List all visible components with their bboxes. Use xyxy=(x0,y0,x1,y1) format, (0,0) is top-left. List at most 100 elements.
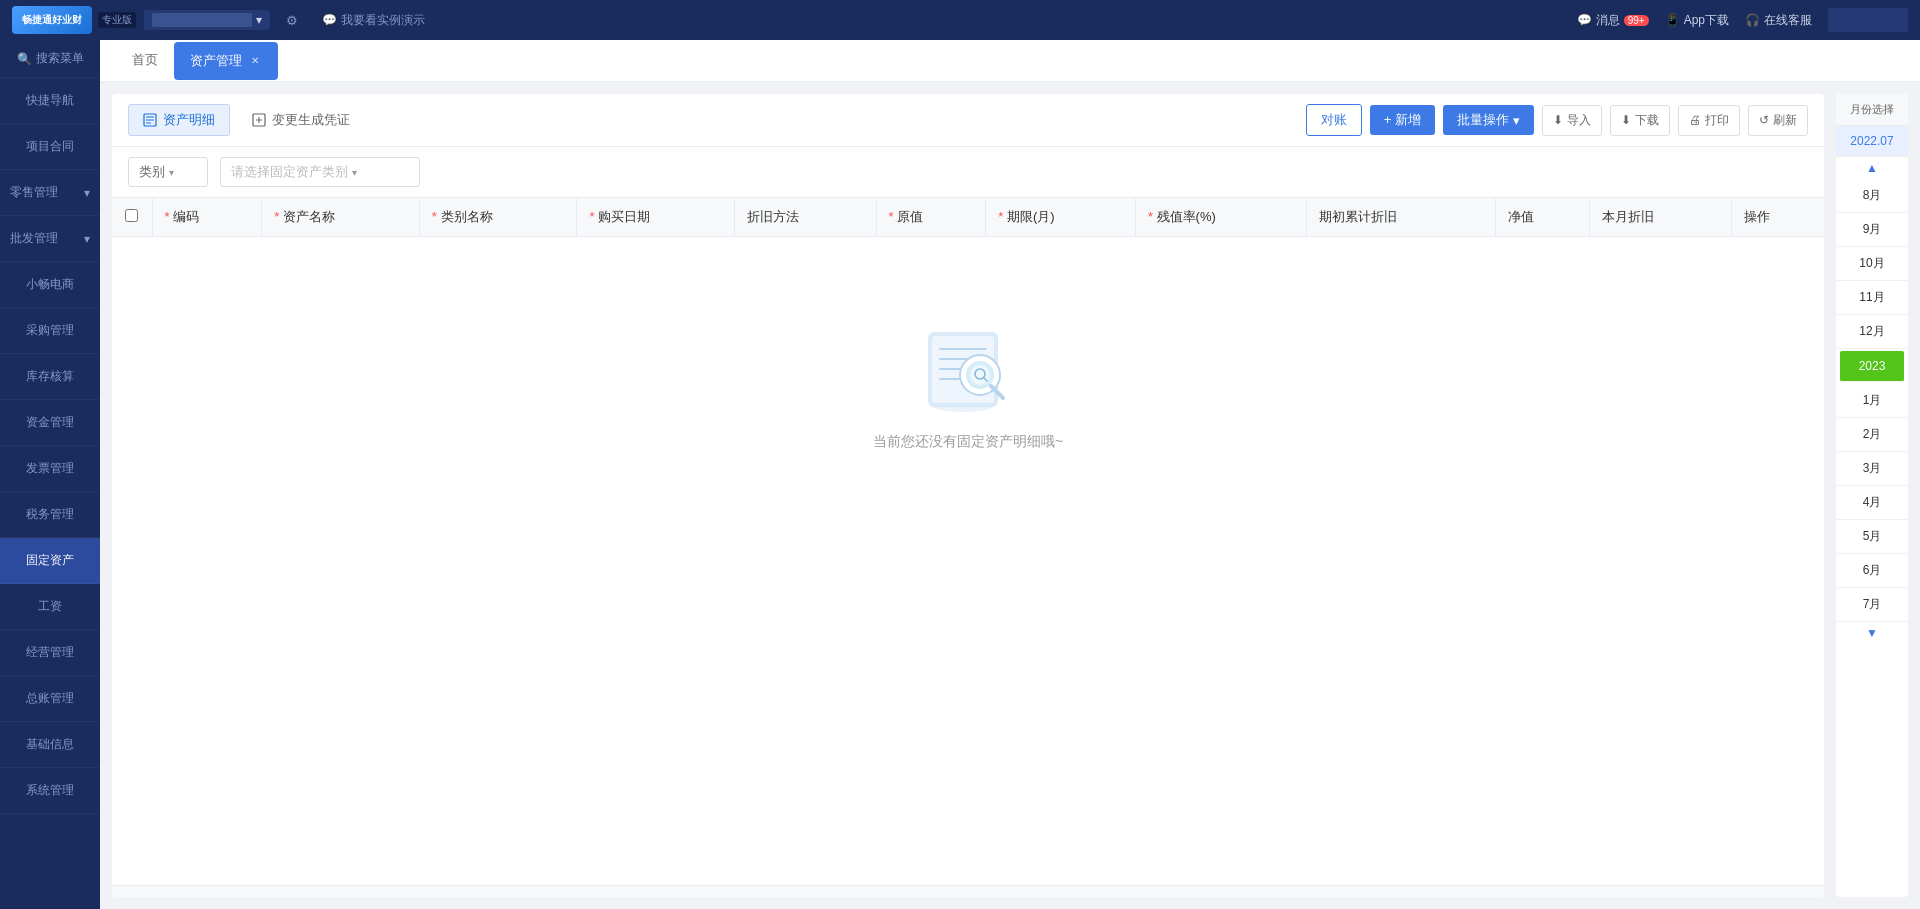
table-head: * 编码 * 资产名称 * 类别名称 xyxy=(112,198,1824,237)
bottom-scrollbar[interactable] xyxy=(112,885,1824,897)
month-nav-down[interactable]: ▼ xyxy=(1836,622,1908,644)
fixed-assets-label: 固定资产 xyxy=(26,552,74,569)
search-icon: 🔍 xyxy=(17,52,32,66)
retail-label: 零售管理 xyxy=(10,184,58,201)
service-label: 在线客服 xyxy=(1764,12,1812,29)
user-avatar[interactable] xyxy=(1828,8,1908,32)
month-item-10[interactable]: 10月 xyxy=(1836,247,1908,281)
month-item-1[interactable]: 1月 xyxy=(1836,384,1908,418)
import-icon: ⬇ xyxy=(1553,113,1563,127)
brand-logo: 畅捷通好业财 xyxy=(12,6,92,34)
tab-asset-label: 资产管理 xyxy=(190,52,242,70)
app-download[interactable]: 📱 App下载 xyxy=(1665,12,1729,29)
month-item-2[interactable]: 2月 xyxy=(1836,418,1908,452)
tab-home[interactable]: 首页 xyxy=(116,41,174,81)
refresh-button[interactable]: ↺ 刷新 xyxy=(1748,105,1808,136)
system-label: 系统管理 xyxy=(26,782,74,799)
print-button[interactable]: 🖨 打印 xyxy=(1678,105,1740,136)
asset-detail-icon xyxy=(143,113,157,127)
tab-home-label: 首页 xyxy=(132,51,158,69)
sidebar-item-invoice[interactable]: 发票管理 xyxy=(0,446,100,492)
month-panel-title: 月份选择 xyxy=(1836,94,1908,126)
refresh-label: 刷新 xyxy=(1773,112,1797,129)
topbar: 畅捷通好业财 专业版 ▾ ⚙ 💬 我要看实例演示 💬 消息 99+ 📱 App下… xyxy=(0,0,1920,40)
topbar-right: 💬 消息 99+ 📱 App下载 🎧 在线客服 xyxy=(1577,8,1908,32)
current-year-month[interactable]: 2022.07 xyxy=(1836,126,1908,157)
sidebar-item-wholesale[interactable]: 批发管理 ▾ xyxy=(0,216,100,262)
category-input[interactable]: 请选择固定资产类别 ▾ xyxy=(220,157,420,187)
reconcile-button[interactable]: 对账 xyxy=(1306,104,1362,136)
category-input-arrow: ▾ xyxy=(352,167,357,178)
change-voucher-icon xyxy=(252,113,266,127)
batch-label: 批量操作 xyxy=(1457,111,1509,129)
download-label: 下载 xyxy=(1635,112,1659,129)
download-button[interactable]: ⬇ 下载 xyxy=(1610,105,1670,136)
app-icon: 📱 xyxy=(1665,13,1680,27)
sidebar-item-operations[interactable]: 经营管理 xyxy=(0,630,100,676)
print-label: 打印 xyxy=(1705,112,1729,129)
sidebar-item-basic-info[interactable]: 基础信息 xyxy=(0,722,100,768)
table-body: 当前您还没有固定资产明细哦~ xyxy=(112,237,1824,532)
th-current-depreciation: 本月折旧 xyxy=(1589,198,1731,237)
asset-table: * 编码 * 资产名称 * 类别名称 xyxy=(112,198,1824,531)
sidebar-item-inventory[interactable]: 库存核算 xyxy=(0,354,100,400)
th-net-value: 净值 xyxy=(1496,198,1590,237)
settings-button[interactable]: ⚙ xyxy=(278,6,306,34)
asset-detail-label: 资产明细 xyxy=(163,111,215,129)
category-placeholder: 请选择固定资产类别 xyxy=(231,163,348,181)
sidebar-item-search[interactable]: 🔍 搜索菜单 xyxy=(0,40,100,78)
month-item-8[interactable]: 8月 xyxy=(1836,179,1908,213)
main-layout: 🔍 搜索菜单 快捷导航 项目合同 零售管理 ▾ 批发管理 ▾ 小畅电商 采购管理… xyxy=(0,40,1920,909)
sidebar-item-purchase[interactable]: 采购管理 xyxy=(0,308,100,354)
message-label: 消息 xyxy=(1596,12,1620,29)
online-service[interactable]: 🎧 在线客服 xyxy=(1745,12,1812,29)
sidebar-item-retail[interactable]: 零售管理 ▾ xyxy=(0,170,100,216)
batch-button[interactable]: 批量操作 ▾ xyxy=(1443,105,1534,135)
month-item-year-badge[interactable]: 2023 xyxy=(1840,351,1904,382)
brand-subtitle: 专业版 xyxy=(98,12,136,28)
select-all-checkbox[interactable] xyxy=(125,209,138,222)
month-item-12[interactable]: 12月 xyxy=(1836,315,1908,349)
sub-tab-asset-detail[interactable]: 资产明细 xyxy=(128,104,230,136)
company-selector[interactable]: ▾ xyxy=(144,10,270,30)
th-residual-rate: * 残值率(%) xyxy=(1135,198,1306,237)
sub-tab-change-voucher[interactable]: 变更生成凭证 xyxy=(238,104,364,136)
month-item-4[interactable]: 4月 xyxy=(1836,486,1908,520)
category-type-selector[interactable]: 类别 ▾ xyxy=(128,157,208,187)
wholesale-label: 批发管理 xyxy=(10,230,58,247)
empty-text: 当前您还没有固定资产明细哦~ xyxy=(873,433,1063,451)
th-purchase-date: * 购买日期 xyxy=(577,198,735,237)
demo-link[interactable]: 💬 我要看实例演示 xyxy=(314,9,433,32)
month-item-3[interactable]: 3月 xyxy=(1836,452,1908,486)
message-icon: 💬 xyxy=(1577,13,1592,27)
service-icon: 🎧 xyxy=(1745,13,1760,27)
svg-point-14 xyxy=(970,365,990,385)
sidebar-item-salary[interactable]: 工资 xyxy=(0,584,100,630)
month-item-5[interactable]: 5月 xyxy=(1836,520,1908,554)
sidebar-item-tax[interactable]: 税务管理 xyxy=(0,492,100,538)
month-item-7[interactable]: 7月 xyxy=(1836,588,1908,622)
message-badge[interactable]: 💬 消息 99+ xyxy=(1577,12,1649,29)
batch-arrow: ▾ xyxy=(1513,113,1520,128)
sidebar-item-fixed-assets[interactable]: 固定资产 xyxy=(0,538,100,584)
sidebar-item-project[interactable]: 项目合同 xyxy=(0,124,100,170)
sidebar-item-quick-nav[interactable]: 快捷导航 xyxy=(0,78,100,124)
import-button[interactable]: ⬇ 导入 xyxy=(1542,105,1602,136)
salary-label: 工资 xyxy=(38,598,62,615)
month-item-11[interactable]: 11月 xyxy=(1836,281,1908,315)
th-depreciation-method: 折旧方法 xyxy=(734,198,876,237)
message-count: 99+ xyxy=(1624,15,1649,26)
sidebar-item-finance[interactable]: 资金管理 xyxy=(0,400,100,446)
sub-tabs: 资产明细 变更生成凭证 xyxy=(128,104,364,136)
sidebar-item-system[interactable]: 系统管理 xyxy=(0,768,100,814)
sidebar-item-ledger[interactable]: 总账管理 xyxy=(0,676,100,722)
sidebar-item-ecommerce[interactable]: 小畅电商 xyxy=(0,262,100,308)
add-button[interactable]: + 新增 xyxy=(1370,105,1435,135)
month-nav-up[interactable]: ▲ xyxy=(1836,157,1908,179)
tab-asset-management[interactable]: 资产管理 ✕ xyxy=(174,42,278,80)
month-item-9[interactable]: 9月 xyxy=(1836,213,1908,247)
month-item-6[interactable]: 6月 xyxy=(1836,554,1908,588)
tab-close-button[interactable]: ✕ xyxy=(248,54,262,68)
finance-label: 资金管理 xyxy=(26,414,74,431)
ecommerce-label: 小畅电商 xyxy=(26,276,74,293)
